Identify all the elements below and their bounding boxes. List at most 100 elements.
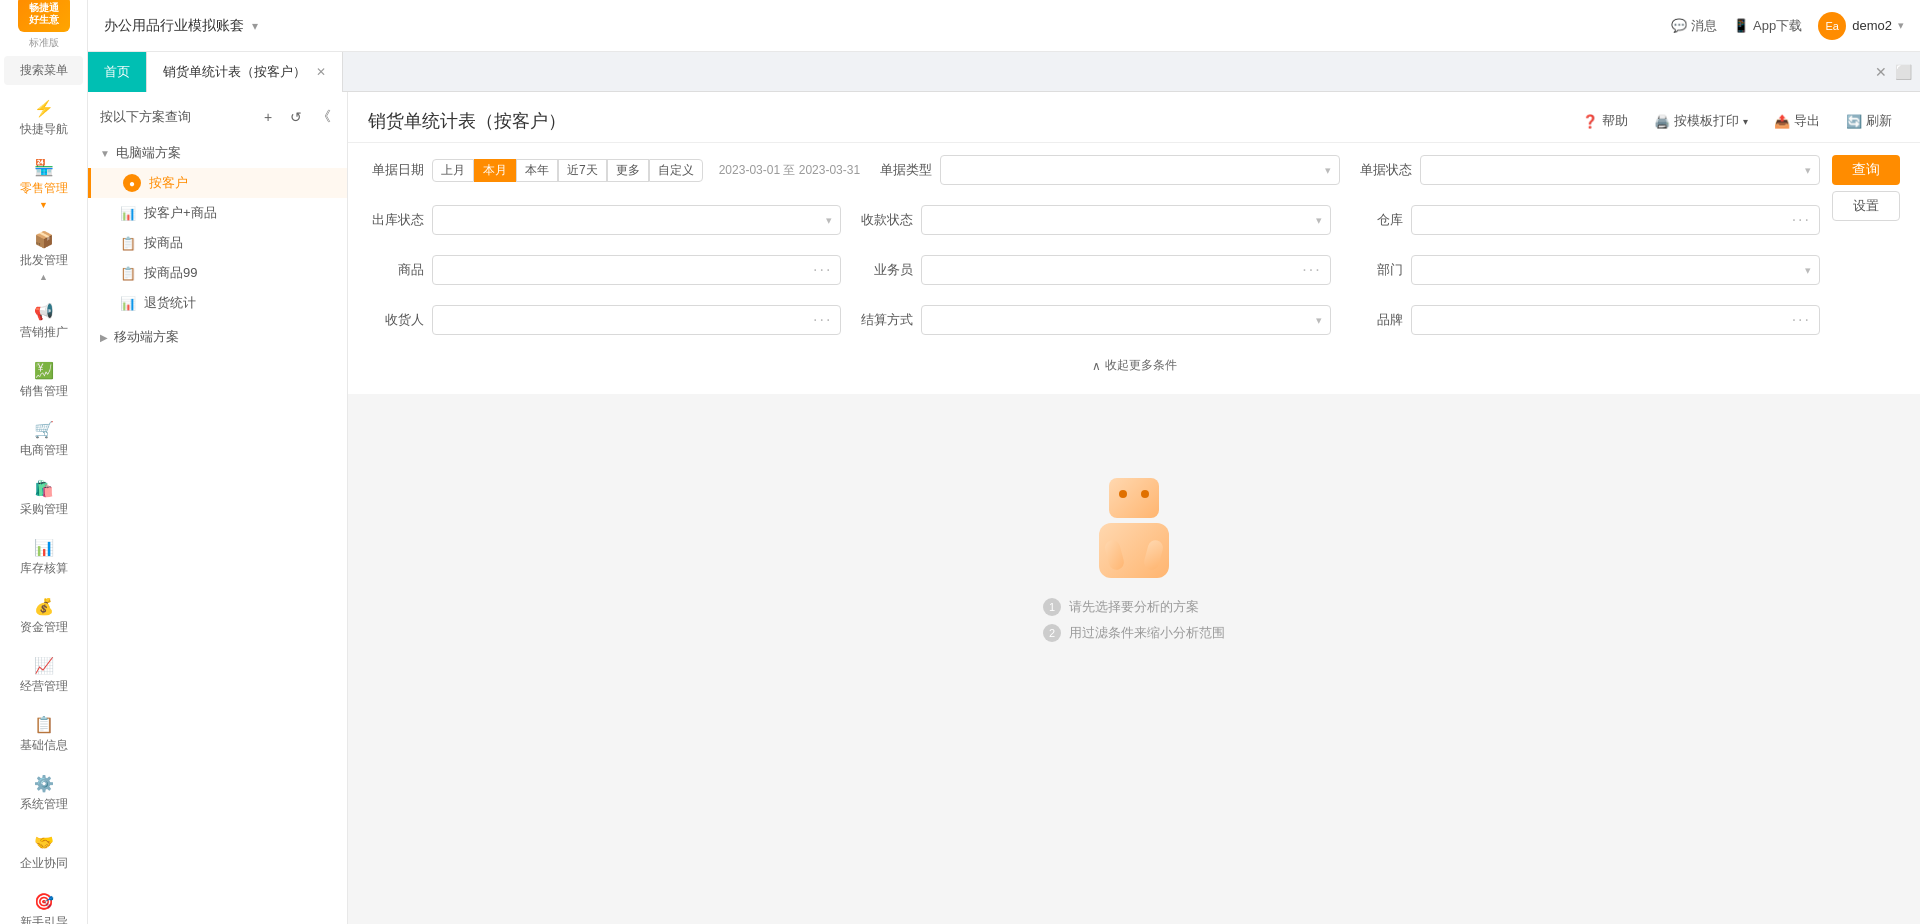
tab-close-icon[interactable]: ✕ [316, 65, 326, 79]
topbar-title: 办公用品行业模拟账套 [104, 17, 244, 35]
last-7days-btn[interactable]: 近7天 [558, 159, 607, 182]
tree-parent-mobile[interactable]: ▶ 移动端方案 [88, 322, 347, 352]
help-label: 帮助 [1602, 112, 1628, 130]
out-status-input[interactable]: ▾ [432, 205, 841, 235]
template-print-button[interactable]: 🖨️ 按模板打印 ▾ [1646, 108, 1756, 134]
more-btn[interactable]: 更多 [607, 159, 649, 182]
date-filter-buttons: 上月 本月 本年 近7天 更多 自定义 [432, 159, 703, 182]
order-status-input[interactable]: ▾ [1420, 155, 1820, 185]
brand-input[interactable]: ··· [1411, 305, 1820, 335]
last-month-btn[interactable]: 上月 [432, 159, 474, 182]
sidebar-item-basic[interactable]: 📋 基础信息 [0, 705, 87, 764]
wholesale-icon: 📦 [34, 230, 54, 249]
tree-child-by-customer-goods[interactable]: 📊 按客户+商品 [88, 198, 347, 228]
tree-child-by-customer[interactable]: ● 按客户 [88, 168, 347, 198]
sidebar-item-finance[interactable]: 💰 资金管理 [0, 587, 87, 646]
order-type-input[interactable]: ▾ [940, 155, 1340, 185]
filter-rows: 单据日期 上月 本月 本年 近7天 更多 自定义 2023-03-01 至 20… [368, 155, 1820, 345]
topbar-arrow-icon[interactable]: ▾ [252, 19, 258, 33]
empty-hint-2: 2 用过滤条件来缩小分析范围 [1043, 624, 1225, 642]
topbar-left: 办公用品行业模拟账套 ▾ [104, 17, 258, 35]
sidebar-item-marketing[interactable]: 📢 营销推广 [0, 292, 87, 351]
sidebar-item-newbie[interactable]: 🎯 新手引导 [0, 882, 87, 924]
sidebar-item-quicknav[interactable]: ⚡ 快捷导航 [0, 89, 87, 148]
help-icon: ❓ [1582, 114, 1598, 129]
sidebar-item-system-label: 系统管理 [20, 796, 68, 813]
tree-parent-mobile-label: 移动端方案 [114, 328, 179, 346]
filter-area: 单据日期 上月 本月 本年 近7天 更多 自定义 2023-03-01 至 20… [348, 143, 1920, 394]
sidebar-item-sales[interactable]: 💹 销售管理 [0, 351, 87, 410]
page: 按以下方案查询 + ↺ 《 ▼ 电脑端方案 ● 按客户 📊 按 [88, 92, 1920, 924]
tab-sales-stat[interactable]: 销货单统计表（按客户） ✕ [147, 52, 343, 92]
tree-child-by-goods-99-label: 按商品99 [144, 264, 197, 282]
tab-home[interactable]: 首页 [88, 52, 147, 92]
sidebar-item-retail[interactable]: 🏪 零售管理 ▼ [0, 148, 87, 220]
robot-right-arm [1142, 539, 1164, 572]
filter-brand: 品牌 ··· [1347, 305, 1820, 335]
order-type-label: 单据类型 [876, 161, 932, 179]
sidebar-item-system[interactable]: ⚙️ 系统管理 [0, 764, 87, 823]
ecommerce-icon: 🛒 [34, 420, 54, 439]
inventory-icon: 📊 [34, 538, 54, 557]
tree-child-customer-icon: ● [123, 174, 141, 192]
sidebar-item-ecommerce[interactable]: 🛒 电商管理 [0, 410, 87, 469]
collapse-bar[interactable]: ∧ 收起更多条件 [368, 349, 1900, 382]
sidebar-item-enterprise[interactable]: 🤝 企业协同 [0, 823, 87, 882]
message-icon: 💬 [1671, 18, 1687, 33]
payment-status-input[interactable]: ▾ [921, 205, 1330, 235]
setting-button[interactable]: 设置 [1832, 191, 1900, 221]
robot-body [1099, 523, 1169, 578]
payment-status-arrow: ▾ [1316, 214, 1322, 227]
this-year-btn[interactable]: 本年 [516, 159, 558, 182]
system-icon: ⚙️ [34, 774, 54, 793]
tree-child-return-stat[interactable]: 📊 退货统计 [88, 288, 347, 318]
close-window-icon[interactable]: ✕ [1875, 64, 1887, 80]
query-button[interactable]: 查询 [1832, 155, 1900, 185]
out-status-arrow: ▾ [826, 214, 832, 227]
user-area[interactable]: Ea demo2 ▾ [1818, 12, 1904, 40]
sidebar-item-newbie-label: 新手引导 [20, 914, 68, 924]
sidebar-item-enterprise-label: 企业协同 [20, 855, 68, 872]
sidebar-item-inventory[interactable]: 📊 库存核算 [0, 528, 87, 587]
enterprise-icon: 🤝 [34, 833, 54, 852]
salesperson-input[interactable]: ··· [921, 255, 1330, 285]
filter-row-4: 收货人 ··· 结算方式 ▾ [368, 305, 1820, 335]
sidebar-item-wholesale[interactable]: 📦 批发管理 ▲ [0, 220, 87, 292]
tree-child-by-goods-99[interactable]: 📋 按商品99 [88, 258, 347, 288]
custom-btn[interactable]: 自定义 [649, 159, 703, 182]
settle-method-input[interactable]: ▾ [921, 305, 1330, 335]
collapse-up-icon: ∧ [1092, 359, 1101, 373]
help-button[interactable]: ❓ 帮助 [1574, 108, 1636, 134]
tree-section-desktop: ▼ 电脑端方案 ● 按客户 📊 按客户+商品 📋 按商品 📋 按商品9 [88, 138, 347, 318]
filter-payment-status: 收款状态 ▾ [857, 205, 1330, 235]
date-label: 单据日期 [368, 161, 424, 179]
add-scheme-button[interactable]: + [257, 106, 279, 128]
tree-section-mobile: ▶ 移动端方案 [88, 322, 347, 352]
sidebar-item-inventory-label: 库存核算 [20, 560, 68, 577]
refresh-scheme-button[interactable]: ↺ [285, 106, 307, 128]
collapse-panel-button[interactable]: 《 [313, 106, 335, 128]
sidebar-item-operation[interactable]: 📈 经营管理 [0, 646, 87, 705]
refresh-button[interactable]: 🔄 刷新 [1838, 108, 1900, 134]
app-download-button[interactable]: 📱 App下载 [1733, 17, 1802, 35]
template-print-icon: 🖨️ [1654, 114, 1670, 129]
out-status-label: 出库状态 [368, 211, 424, 229]
tree-child-by-goods-label: 按商品 [144, 234, 183, 252]
search-menu[interactable]: 搜索菜单 [4, 56, 83, 85]
tab-home-label: 首页 [104, 63, 130, 81]
export-button[interactable]: 📤 导出 [1766, 108, 1828, 134]
tree-parent-desktop[interactable]: ▼ 电脑端方案 [88, 138, 347, 168]
goods-input[interactable]: ··· [432, 255, 841, 285]
message-button[interactable]: 💬 消息 [1671, 17, 1717, 35]
sidebar-item-purchase[interactable]: 🛍️ 采购管理 [0, 469, 87, 528]
marketing-icon: 📢 [34, 302, 54, 321]
maximize-icon[interactable]: ⬜ [1895, 64, 1912, 80]
tree-child-goods99-icon: 📋 [120, 265, 136, 281]
receiver-input[interactable]: ··· [432, 305, 841, 335]
sidebar-nav: 🏪 零售管理 ▼ 📦 批发管理 ▲ 📢 营销推广 💹 销售管理 🛒 电商管理 🛍… [0, 148, 87, 924]
this-month-btn[interactable]: 本月 [474, 159, 516, 182]
tree-child-by-goods[interactable]: 📋 按商品 [88, 228, 347, 258]
warehouse-input[interactable]: ··· [1411, 205, 1820, 235]
filter-salesperson: 业务员 ··· [857, 255, 1330, 285]
department-input[interactable]: ▾ [1411, 255, 1820, 285]
